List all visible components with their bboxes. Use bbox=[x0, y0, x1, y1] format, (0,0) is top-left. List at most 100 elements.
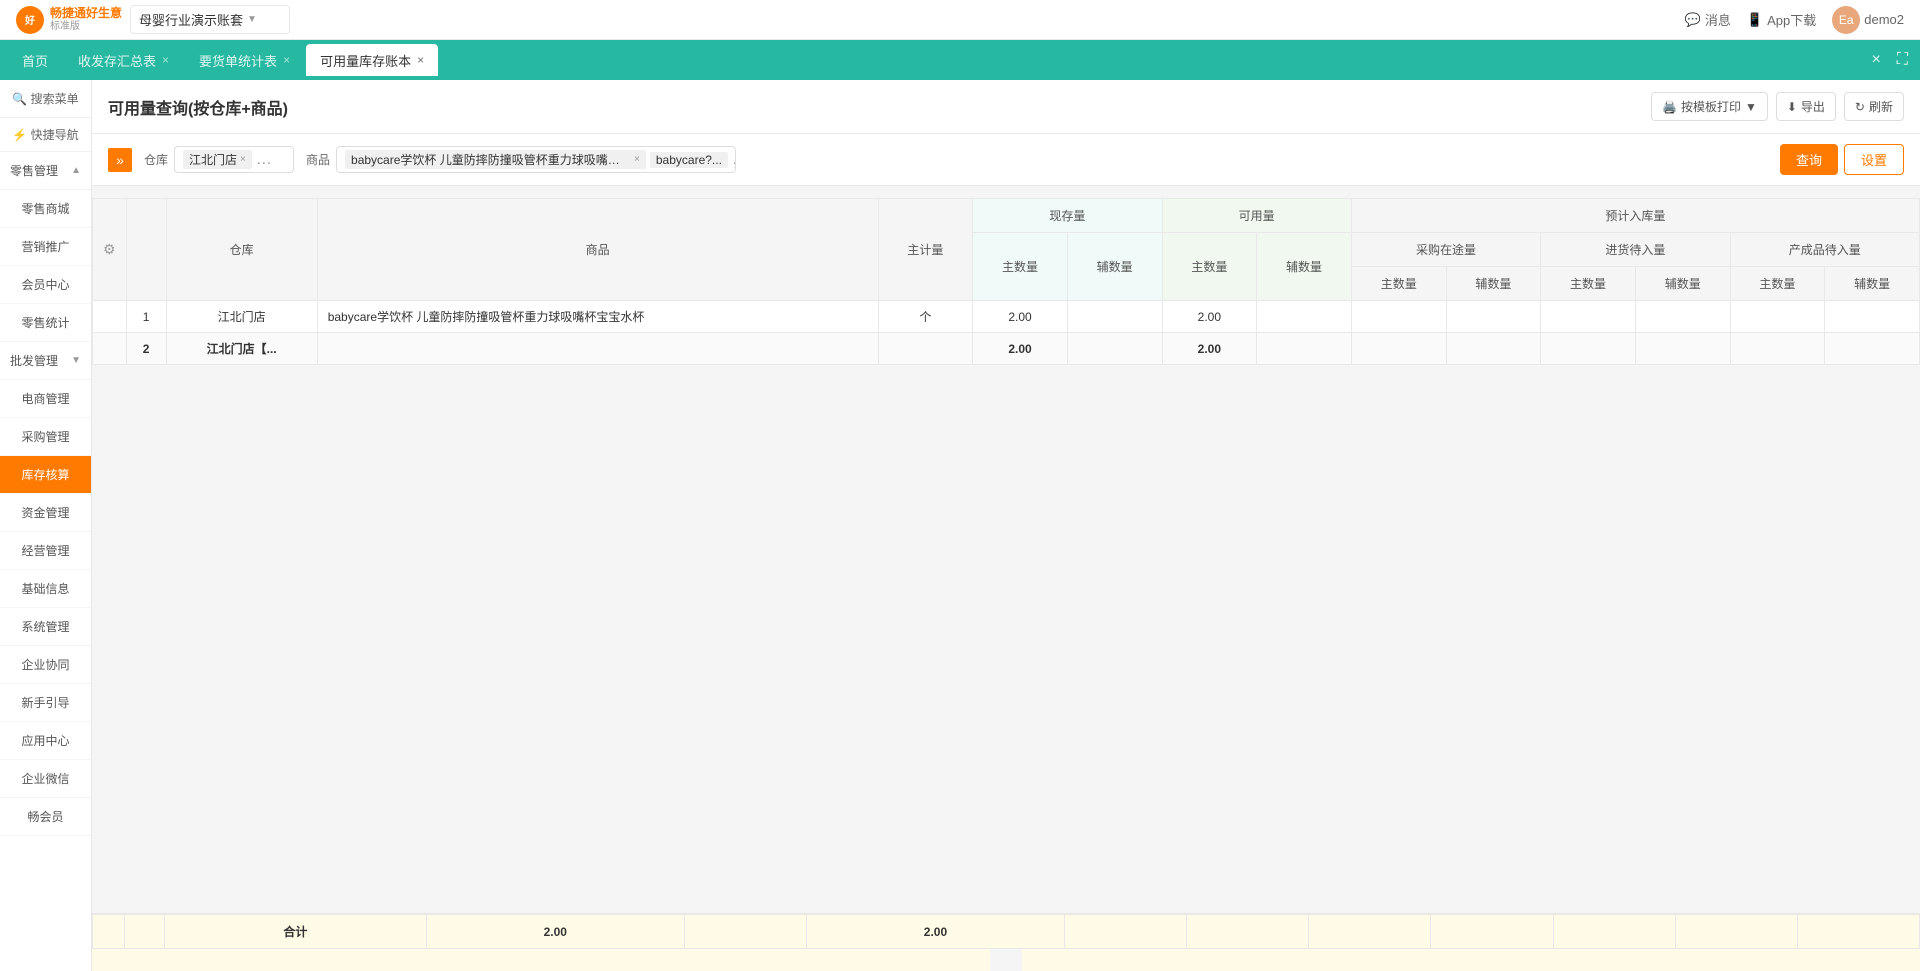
message-action[interactable]: 💬 消息 bbox=[1685, 10, 1731, 29]
sidebar-nav[interactable]: ⚡ 快捷导航 bbox=[0, 118, 91, 152]
group-incoming-main bbox=[1541, 333, 1636, 365]
warehouse-tag-text: 江北门店 bbox=[189, 151, 237, 168]
sidebar-item-system[interactable]: 系统管理 bbox=[0, 608, 91, 646]
top-bar: 好 畅捷通好生意 标准版 母婴行业演示账套 ▼ 💬 消息 📱 App下载 Ea … bbox=[0, 0, 1920, 40]
col-stock-main-header: 主数量 bbox=[973, 233, 1068, 301]
tab-shoufasum-close[interactable]: × bbox=[162, 53, 169, 67]
sidebar-item-member[interactable]: 会员中心 bbox=[0, 266, 91, 304]
cell-prod-main bbox=[1730, 301, 1825, 333]
sidebar-item-finance[interactable]: 资金管理 bbox=[0, 494, 91, 532]
table-settings-icon[interactable]: ⚙ bbox=[103, 241, 116, 257]
svg-text:好: 好 bbox=[24, 14, 35, 27]
cell-stock-aux bbox=[1067, 301, 1162, 333]
warehouse-input[interactable]: 江北门店 × … bbox=[174, 146, 294, 173]
summary-prod-aux bbox=[1797, 915, 1919, 949]
table-footer: 合计 2.00 2.00 bbox=[92, 913, 1920, 971]
group-prod-main bbox=[1730, 333, 1825, 365]
page-title: 可用量查询(按仓库+商品) bbox=[108, 95, 288, 119]
tab-yaohuodan-close[interactable]: × bbox=[283, 53, 290, 67]
export-icon: ⬇ bbox=[1787, 100, 1797, 114]
page-actions: 🖨️ 按模板打印 ▼ ⬇ 导出 ↻ 刷新 bbox=[1651, 92, 1904, 121]
product-tag: babycare学饮杯 儿童防摔防撞吸管杯重力球吸嘴杯宝宝水杯 × bbox=[345, 150, 646, 169]
sidebar-item-zero-retail[interactable]: 零售管理 ▲ bbox=[0, 152, 91, 190]
sidebar-item-purchase[interactable]: 采购管理 bbox=[0, 418, 91, 456]
print-button[interactable]: 🖨️ 按模板打印 ▼ bbox=[1651, 92, 1768, 121]
sidebar-item-appstore[interactable]: 应用中心 bbox=[0, 722, 91, 760]
avatar: Ea bbox=[1832, 6, 1860, 34]
warehouse-filter-label: 仓库 bbox=[144, 151, 168, 168]
message-label: 消息 bbox=[1705, 10, 1731, 29]
warehouse-filter: 仓库 江北门店 × … bbox=[144, 146, 294, 173]
sidebar-item-marketing[interactable]: 营销推广 bbox=[0, 228, 91, 266]
close-all-tabs-icon[interactable]: × bbox=[1867, 47, 1884, 73]
sidebar-item-ecommerce[interactable]: 电商管理 bbox=[0, 380, 91, 418]
expand-icon[interactable]: ⛶ bbox=[1893, 47, 1912, 73]
refresh-button[interactable]: ↻ 刷新 bbox=[1844, 92, 1904, 121]
summary-avail-main: 2.00 bbox=[806, 915, 1064, 949]
export-label: 导出 bbox=[1801, 98, 1825, 115]
sidebar-item-wholesale[interactable]: 批发管理 ▼ bbox=[0, 342, 91, 380]
sidebar-item-zero-mall[interactable]: 零售商城 bbox=[0, 190, 91, 228]
cell-warehouse: 江北门店 bbox=[166, 301, 317, 333]
group-purchase-aux bbox=[1446, 333, 1541, 365]
sidebar-nav-label: 快捷导航 bbox=[31, 128, 79, 142]
user-action[interactable]: Ea demo2 bbox=[1832, 6, 1904, 34]
export-button[interactable]: ⬇ 导出 bbox=[1776, 92, 1836, 121]
tab-home[interactable]: 首页 bbox=[8, 44, 62, 76]
sidebar-item-label: 基础信息 bbox=[21, 580, 69, 597]
col-planned-header: 预计入库量 bbox=[1351, 199, 1919, 233]
sidebar-item-vip[interactable]: 畅会员 bbox=[0, 798, 91, 836]
summary-incoming-main bbox=[1431, 915, 1553, 949]
sidebar-item-label: 系统管理 bbox=[21, 618, 69, 635]
tab-kucunzhangben-close[interactable]: × bbox=[417, 53, 424, 67]
product-more-icon[interactable]: … bbox=[732, 151, 736, 169]
group-main-unit bbox=[878, 333, 973, 365]
cell-prod-aux bbox=[1825, 301, 1920, 333]
table-area: ⚙ 仓库 商品 主计量 现存量 可用量 预计入库量 主数量 辅数 bbox=[92, 186, 1920, 913]
nav-icon: ⚡ bbox=[12, 128, 27, 142]
sidebar-item-label: 零售统计 bbox=[21, 314, 69, 331]
more-icon[interactable]: … bbox=[256, 151, 272, 169]
cell-settings bbox=[93, 301, 127, 333]
col-warehouse-header: 仓库 bbox=[166, 199, 317, 301]
summary-table: 合计 2.00 2.00 bbox=[92, 914, 1920, 949]
app-selector[interactable]: 母婴行业演示账套 ▼ bbox=[130, 5, 290, 34]
sidebar-item-newuser[interactable]: 新手引导 bbox=[0, 684, 91, 722]
filter-bar: » 仓库 江北门店 × … 商品 babycare学饮杯 儿童防摔防撞吸管杯重力… bbox=[92, 134, 1920, 186]
settings-button[interactable]: 设置 bbox=[1844, 144, 1904, 175]
query-button[interactable]: 查询 bbox=[1780, 144, 1838, 175]
sidebar-item-weixin[interactable]: 企业微信 bbox=[0, 760, 91, 798]
tab-yaohuodan[interactable]: 要货单统计表 × bbox=[185, 44, 304, 76]
col-avail-aux-header: 辅数量 bbox=[1257, 233, 1352, 301]
product-filter-label: 商品 bbox=[306, 151, 330, 168]
sidebar-item-label: 新手引导 bbox=[21, 694, 69, 711]
group-purchase-main bbox=[1351, 333, 1446, 365]
product-tag-text: babycare学饮杯 儿童防摔防撞吸管杯重力球吸嘴杯宝宝水杯 bbox=[351, 151, 631, 168]
sidebar-search[interactable]: 🔍 搜索菜单 bbox=[0, 80, 91, 118]
data-table-wrap: ⚙ 仓库 商品 主计量 现存量 可用量 预计入库量 主数量 辅数 bbox=[92, 198, 1920, 365]
tab-shoufasum[interactable]: 收发存汇总表 × bbox=[64, 44, 183, 76]
product-tag-close[interactable]: × bbox=[634, 154, 640, 165]
filter-expand-button[interactable]: » bbox=[108, 148, 132, 172]
content: 可用量查询(按仓库+商品) 🖨️ 按模板打印 ▼ ⬇ 导出 ↻ 刷新 » bbox=[92, 80, 1920, 971]
chevron-up-icon: ▲ bbox=[71, 165, 81, 176]
tab-kucunzhangben[interactable]: 可用量库存账本 × bbox=[306, 44, 438, 76]
warehouse-tag: 江北门店 × bbox=[183, 150, 252, 169]
print-arrow: ▼ bbox=[1745, 100, 1757, 114]
product-tag2: babycare?... bbox=[650, 152, 728, 168]
main-layout: 🔍 搜索菜单 ⚡ 快捷导航 零售管理 ▲ 零售商城 营销推广 会员中心 零售统计… bbox=[0, 80, 1920, 971]
download-action[interactable]: 📱 App下载 bbox=[1747, 10, 1816, 29]
col-prod-main-header: 主数量 bbox=[1730, 267, 1825, 301]
sidebar-item-inventory[interactable]: 库存核算 bbox=[0, 456, 91, 494]
group-incoming-aux bbox=[1635, 333, 1730, 365]
sidebar-item-enterprise[interactable]: 企业协同 bbox=[0, 646, 91, 684]
group-avail-main: 2.00 bbox=[1162, 333, 1257, 365]
group-warehouse: 江北门店【... bbox=[166, 333, 317, 365]
chevron-down-icon: ▼ bbox=[247, 14, 257, 25]
warehouse-tag-close[interactable]: × bbox=[240, 154, 246, 165]
print-label: 按模板打印 bbox=[1681, 98, 1741, 115]
sidebar-item-basic[interactable]: 基础信息 bbox=[0, 570, 91, 608]
sidebar-item-stats[interactable]: 零售统计 bbox=[0, 304, 91, 342]
sidebar-item-operation[interactable]: 经营管理 bbox=[0, 532, 91, 570]
product-input[interactable]: babycare学饮杯 儿童防摔防撞吸管杯重力球吸嘴杯宝宝水杯 × babyca… bbox=[336, 146, 736, 173]
